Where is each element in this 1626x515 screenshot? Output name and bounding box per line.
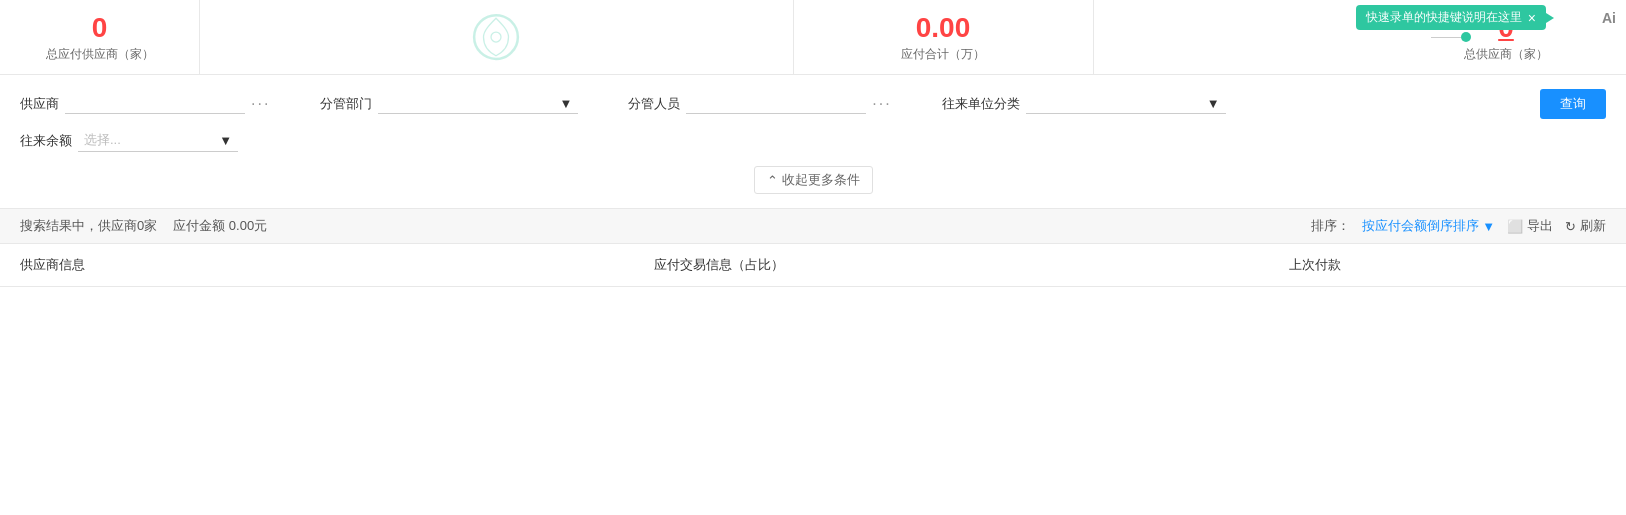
- supplier-input[interactable]: [65, 94, 245, 114]
- refresh-button[interactable]: ↻ 刷新: [1565, 217, 1606, 235]
- query-button[interactable]: 查询: [1540, 89, 1606, 119]
- filter-unit-category: 往来单位分类 ▼: [942, 94, 1226, 114]
- unit-category-label: 往来单位分类: [942, 95, 1020, 113]
- supplier-dots[interactable]: ···: [251, 95, 270, 113]
- collapse-label: 收起更多条件: [782, 171, 860, 189]
- payable-total-label: 应付合计（万）: [901, 46, 985, 63]
- balance-placeholder: 选择...: [84, 131, 121, 149]
- export-button[interactable]: ⬜ 导出: [1507, 217, 1553, 235]
- collapse-chevron-icon: ⌃: [767, 173, 778, 188]
- balance-label: 往来余额: [20, 132, 72, 150]
- collapse-button[interactable]: ⌃ 收起更多条件: [754, 166, 873, 194]
- svg-point-0: [474, 15, 518, 59]
- col-transaction-header: 应付交易信息（占比）: [654, 256, 1288, 274]
- stat-payable-total: 0.00 应付合计（万）: [794, 0, 1094, 74]
- results-amount: 应付金额 0.00元: [173, 217, 267, 235]
- results-count: 搜索结果中，供应商0家: [20, 217, 157, 235]
- payable-total-count: 0.00: [916, 11, 971, 45]
- balance-chevron-icon: ▼: [219, 133, 232, 148]
- table-header: 供应商信息 应付交易信息（占比） 上次付款: [0, 244, 1626, 287]
- supplier-label: 供应商: [20, 95, 59, 113]
- balance-select[interactable]: 选择... ▼: [78, 129, 238, 152]
- export-label: 导出: [1527, 217, 1553, 235]
- department-select[interactable]: ▼: [378, 94, 578, 114]
- refresh-icon: ↻: [1565, 219, 1576, 234]
- sort-prefix: 排序：: [1311, 217, 1350, 235]
- person-dots[interactable]: ···: [872, 95, 891, 113]
- export-icon: ⬜: [1507, 219, 1523, 234]
- total-suppliers-count: 0: [92, 11, 108, 45]
- results-bar: 搜索结果中，供应商0家 应付金额 0.00元 排序： 按应付会额倒序排序 ▼ ⬜…: [0, 209, 1626, 244]
- unit-category-chevron-icon: ▼: [1207, 96, 1220, 111]
- department-chevron-icon: ▼: [559, 96, 572, 111]
- filter-row-2: 往来余额 选择... ▼: [20, 129, 1606, 152]
- stats-bar: 0 总应付供应商（家） 0.00 应付合计（万） 快速录单的快捷键说明在这里 ×…: [0, 0, 1626, 75]
- ai-label: Ai: [1602, 10, 1616, 26]
- sort-select[interactable]: 按应付会额倒序排序 ▼: [1362, 217, 1495, 235]
- sort-option-label: 按应付会额倒序排序: [1362, 217, 1479, 235]
- results-actions: 排序： 按应付会额倒序排序 ▼ ⬜ 导出 ↻ 刷新: [1311, 217, 1606, 235]
- filter-row-1: 供应商 ··· 分管部门 ▼ 分管人员 ··· 往来单位分类 ▼: [20, 89, 1606, 119]
- filter-bar: 供应商 ··· 分管部门 ▼ 分管人员 ··· 往来单位分类 ▼: [0, 75, 1626, 209]
- refresh-label: 刷新: [1580, 217, 1606, 235]
- person-input[interactable]: [686, 94, 866, 114]
- total-suppliers-label: 总应付供应商（家）: [46, 46, 154, 63]
- tooltip-text: 快速录单的快捷键说明在这里: [1366, 9, 1522, 26]
- person-label: 分管人员: [628, 95, 680, 113]
- all-suppliers-label: 总供应商（家）: [1464, 46, 1548, 63]
- decorative-icon: [471, 12, 521, 62]
- filter-balance: 往来余额 选择... ▼: [20, 129, 238, 152]
- stat-total-suppliers: 0 总应付供应商（家）: [0, 0, 200, 74]
- filter-person: 分管人员 ···: [628, 94, 891, 114]
- svg-point-1: [491, 32, 501, 42]
- sort-chevron-icon: ▼: [1482, 219, 1495, 234]
- tooltip-close-button[interactable]: ×: [1528, 11, 1536, 25]
- department-label: 分管部门: [320, 95, 372, 113]
- col-last-payment-header: 上次付款: [1289, 256, 1606, 274]
- col-supplier-header: 供应商信息: [20, 256, 654, 274]
- filter-department: 分管部门 ▼: [320, 94, 578, 114]
- stat-icon-middle: [200, 0, 794, 74]
- results-summary: 搜索结果中，供应商0家 应付金额 0.00元: [20, 217, 267, 235]
- filter-supplier: 供应商 ···: [20, 94, 270, 114]
- table-body: [0, 287, 1626, 515]
- tooltip-bubble[interactable]: 快速录单的快捷键说明在这里 ×: [1356, 5, 1546, 30]
- unit-category-select[interactable]: ▼: [1026, 94, 1226, 114]
